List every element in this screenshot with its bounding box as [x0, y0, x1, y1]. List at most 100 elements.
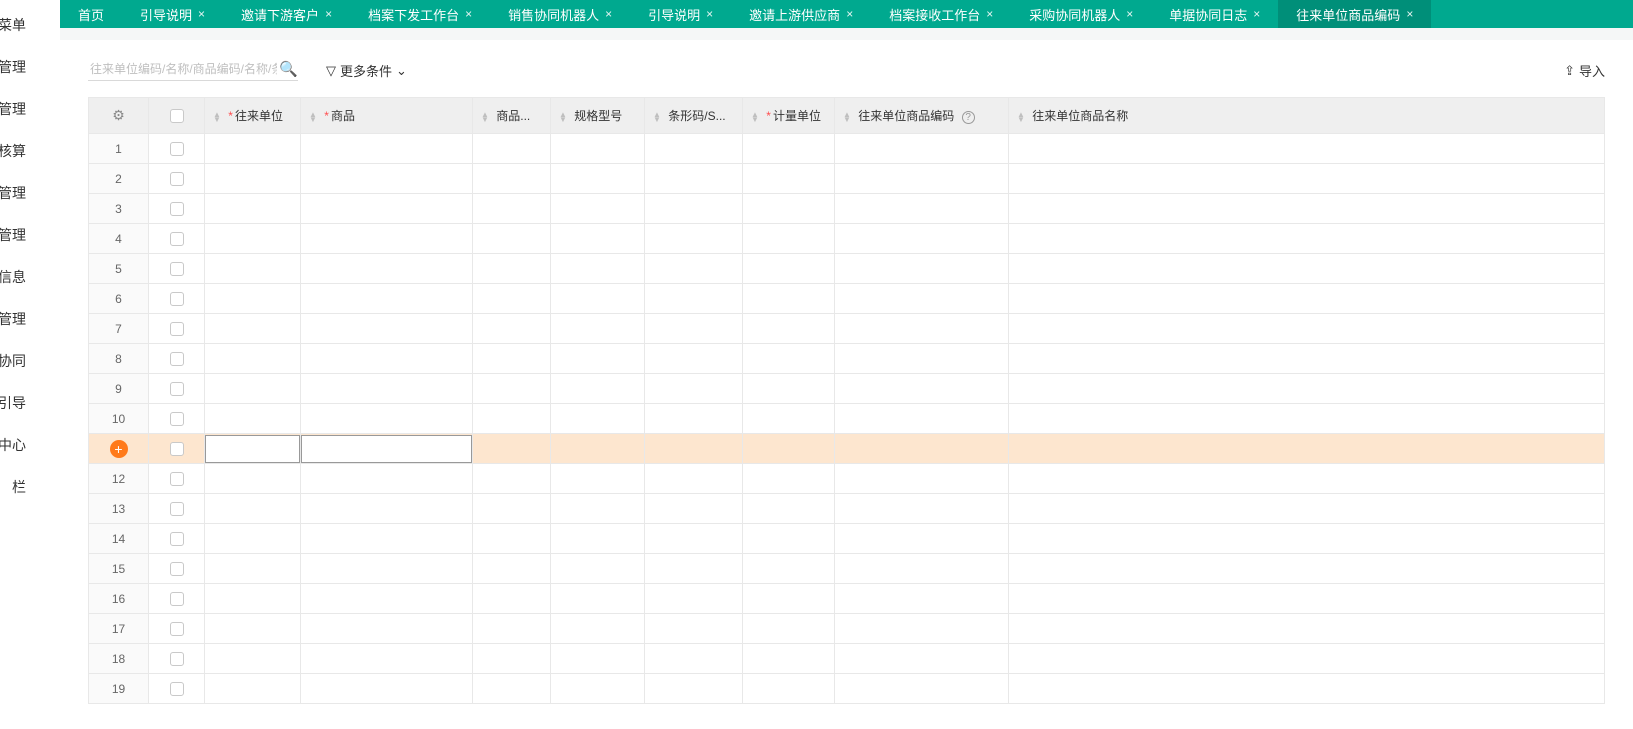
table-cell[interactable] — [473, 254, 551, 284]
table-row[interactable]: 13 — [89, 494, 1605, 524]
column-unit[interactable]: ▲▼ *往来单位 — [205, 98, 301, 134]
row-checkbox-cell[interactable] — [149, 494, 205, 524]
table-cell[interactable] — [1009, 494, 1605, 524]
table-cell[interactable] — [743, 134, 835, 164]
table-cell[interactable] — [645, 524, 743, 554]
table-cell[interactable] — [473, 644, 551, 674]
row-checkbox[interactable] — [170, 262, 184, 276]
table-cell[interactable] — [205, 674, 301, 704]
table-cell[interactable] — [835, 644, 1009, 674]
table-row[interactable]: 14 — [89, 524, 1605, 554]
table-cell[interactable] — [205, 134, 301, 164]
tab[interactable]: 单据协同日志× — [1151, 0, 1278, 28]
table-cell[interactable] — [743, 404, 835, 434]
table-cell[interactable] — [1009, 524, 1605, 554]
table-row[interactable]: 4 — [89, 224, 1605, 254]
table-cell[interactable] — [473, 494, 551, 524]
table-cell[interactable] — [835, 344, 1009, 374]
table-cell[interactable] — [301, 284, 473, 314]
table-cell[interactable] — [645, 224, 743, 254]
row-checkbox-cell[interactable] — [149, 584, 205, 614]
table-cell[interactable] — [835, 584, 1009, 614]
table-cell[interactable] — [473, 284, 551, 314]
table-cell[interactable] — [473, 314, 551, 344]
table-cell[interactable] — [1009, 584, 1605, 614]
table-cell[interactable] — [551, 584, 645, 614]
table-cell[interactable] — [645, 314, 743, 344]
table-cell[interactable] — [473, 164, 551, 194]
table-cell[interactable] — [835, 674, 1009, 704]
table-cell[interactable] — [551, 464, 645, 494]
close-icon[interactable]: × — [1126, 7, 1133, 21]
row-checkbox[interactable] — [170, 502, 184, 516]
table-cell[interactable] — [473, 464, 551, 494]
sidebar-item[interactable]: 管理 — [0, 88, 32, 130]
table-cell[interactable] — [551, 674, 645, 704]
table-cell[interactable] — [301, 494, 473, 524]
column-settings[interactable]: ⚙ — [89, 98, 149, 134]
sort-icon[interactable]: ▲▼ — [751, 112, 759, 122]
table-row[interactable]: 16 — [89, 584, 1605, 614]
add-row-cell[interactable] — [473, 434, 551, 464]
sidebar-item[interactable]: 管理 — [0, 298, 32, 340]
table-cell[interactable] — [835, 464, 1009, 494]
table-cell[interactable] — [743, 464, 835, 494]
table-cell[interactable] — [205, 614, 301, 644]
row-checkbox[interactable] — [170, 562, 184, 576]
close-icon[interactable]: × — [706, 7, 713, 21]
sidebar-item[interactable]: 信息 — [0, 256, 32, 298]
row-checkbox[interactable] — [170, 202, 184, 216]
table-cell[interactable] — [835, 494, 1009, 524]
table-cell[interactable] — [835, 224, 1009, 254]
table-cell[interactable] — [1009, 314, 1605, 344]
table-cell[interactable] — [743, 164, 835, 194]
row-checkbox-cell[interactable] — [149, 254, 205, 284]
table-row[interactable]: 9 — [89, 374, 1605, 404]
sidebar-item[interactable]: 栏 — [0, 466, 32, 508]
row-checkbox[interactable] — [170, 472, 184, 486]
row-checkbox-cell[interactable] — [149, 344, 205, 374]
tab[interactable]: 往来单位商品编码× — [1278, 0, 1431, 28]
table-cell[interactable] — [645, 494, 743, 524]
table-cell[interactable] — [551, 224, 645, 254]
table-cell[interactable] — [645, 194, 743, 224]
table-cell[interactable] — [205, 224, 301, 254]
table-cell[interactable] — [551, 554, 645, 584]
table-cell[interactable] — [743, 614, 835, 644]
table-cell[interactable] — [551, 164, 645, 194]
table-cell[interactable] — [205, 644, 301, 674]
table-cell[interactable] — [743, 284, 835, 314]
sort-icon[interactable]: ▲▼ — [481, 112, 489, 122]
table-cell[interactable] — [301, 584, 473, 614]
table-cell[interactable] — [473, 374, 551, 404]
table-cell[interactable] — [473, 584, 551, 614]
table-cell[interactable] — [473, 344, 551, 374]
table-cell[interactable] — [301, 464, 473, 494]
table-row[interactable]: 10 — [89, 404, 1605, 434]
table-cell[interactable] — [835, 194, 1009, 224]
table-cell[interactable] — [1009, 164, 1605, 194]
table-cell[interactable] — [301, 554, 473, 584]
row-checkbox-cell[interactable] — [149, 524, 205, 554]
table-cell[interactable] — [301, 614, 473, 644]
sidebar-item[interactable]: 中心 — [0, 424, 32, 466]
table-row[interactable]: 18 — [89, 644, 1605, 674]
tab[interactable]: 采购协同机器人× — [1011, 0, 1151, 28]
row-checkbox[interactable] — [170, 142, 184, 156]
table-cell[interactable] — [551, 614, 645, 644]
table-cell[interactable] — [301, 344, 473, 374]
table-cell[interactable] — [645, 404, 743, 434]
table-cell[interactable] — [301, 524, 473, 554]
table-row[interactable]: 6 — [89, 284, 1605, 314]
table-cell[interactable] — [835, 404, 1009, 434]
column-prod-attr[interactable]: ▲▼ 商品... — [473, 98, 551, 134]
table-cell[interactable] — [743, 254, 835, 284]
table-row[interactable]: 15 — [89, 554, 1605, 584]
column-checkbox-all[interactable] — [149, 98, 205, 134]
table-row[interactable]: 1 — [89, 134, 1605, 164]
table-cell[interactable] — [835, 134, 1009, 164]
table-cell[interactable] — [1009, 404, 1605, 434]
table-cell[interactable] — [645, 644, 743, 674]
checkbox-all[interactable] — [170, 109, 184, 123]
add-row-cell[interactable] — [645, 434, 743, 464]
